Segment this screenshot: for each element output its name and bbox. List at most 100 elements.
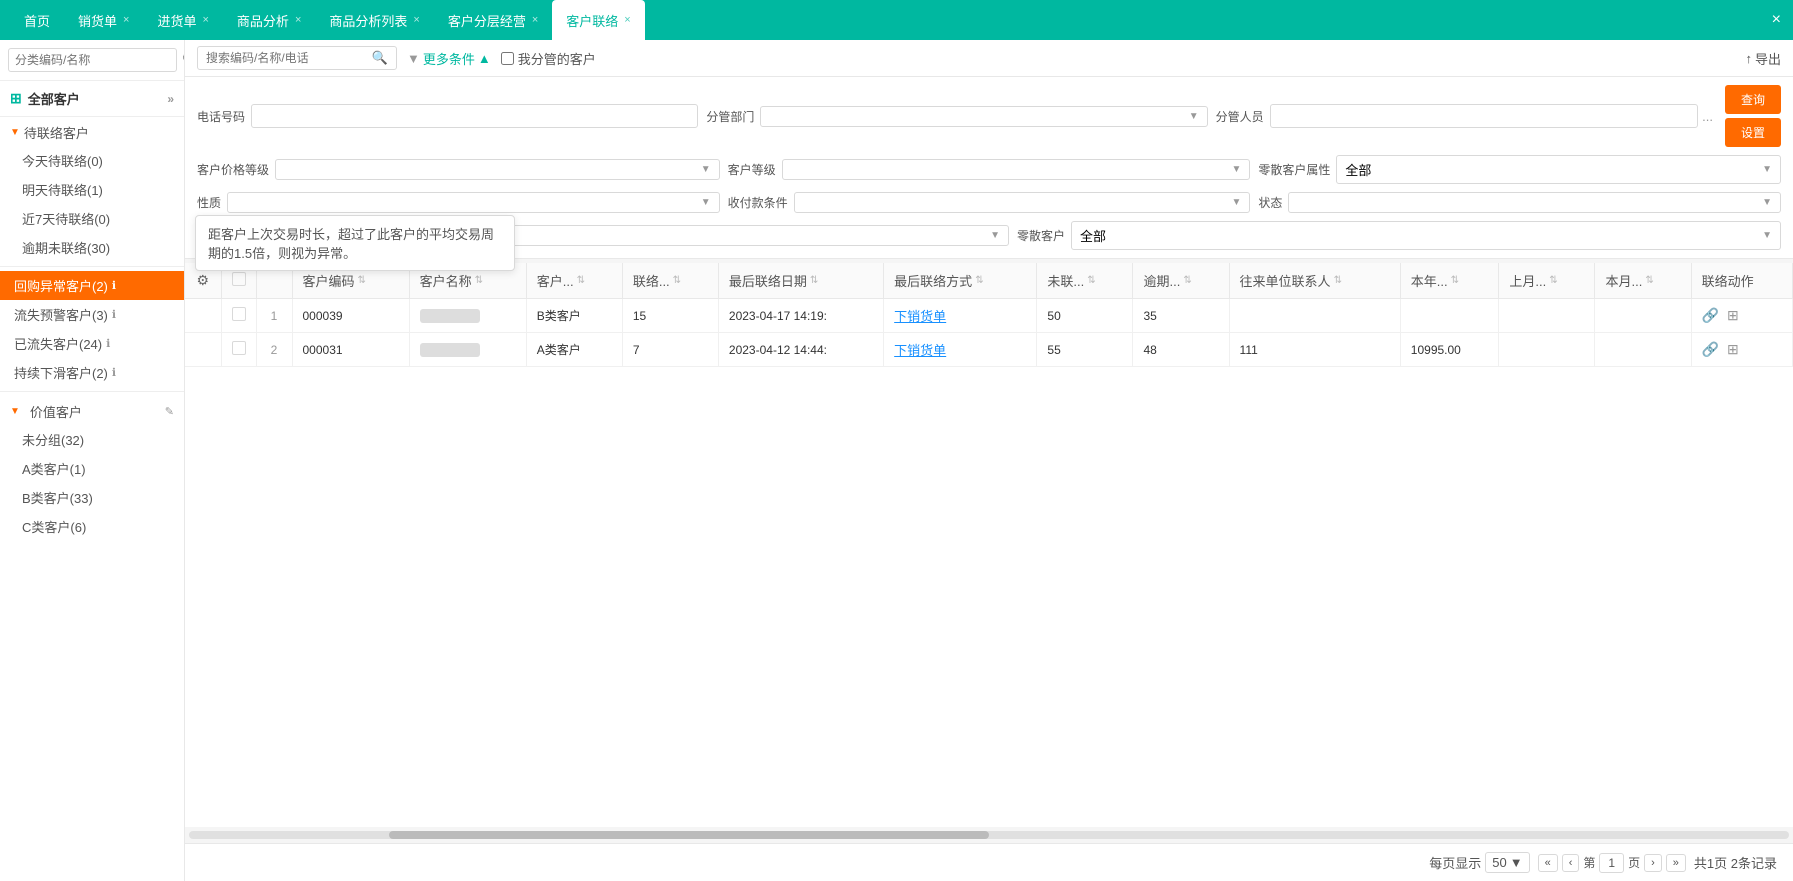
sort-icon[interactable]: ⇅ bbox=[1645, 275, 1653, 286]
last-page-button[interactable]: » bbox=[1666, 854, 1686, 872]
col-unread: 未联... ⇅ bbox=[1037, 263, 1133, 299]
current-page-input[interactable]: 1 bbox=[1599, 853, 1624, 873]
sort-icon[interactable]: ⇅ bbox=[975, 275, 983, 286]
nav-product-list[interactable]: 商品分析列表 × bbox=[315, 0, 433, 40]
blurred-name bbox=[420, 309, 480, 323]
nav-customer-tier[interactable]: 客户分层经营 × bbox=[434, 0, 552, 40]
retail-customer-select[interactable]: 全部 ▼ bbox=[1071, 221, 1781, 250]
sidebar-all-customers[interactable]: ⊞ 全部客户 » bbox=[0, 81, 184, 117]
sort-icon[interactable]: ⇅ bbox=[1451, 275, 1459, 286]
close-icon[interactable]: × bbox=[532, 14, 538, 26]
edit-icon[interactable]: ✎ bbox=[165, 405, 174, 418]
next-page-button[interactable]: › bbox=[1644, 854, 1662, 872]
sidebar-item-ungroup[interactable]: 未分组(32) bbox=[0, 425, 184, 454]
sort-icon[interactable]: ⇅ bbox=[1183, 275, 1191, 286]
sort-icon[interactable]: ⇅ bbox=[1087, 275, 1095, 286]
my-customer-checkbox[interactable] bbox=[501, 52, 514, 65]
dept-select[interactable]: ▼ bbox=[760, 106, 1207, 127]
row-unread: 50 bbox=[1037, 299, 1133, 333]
data-table: ⚙ 客户编码 ⇅ bbox=[185, 263, 1793, 367]
sidebar-item-c-class[interactable]: C类客户(6) bbox=[0, 512, 184, 541]
sidebar-item-tomorrow[interactable]: 明天待联络(1) bbox=[0, 175, 184, 204]
customer-level-select[interactable]: ▼ bbox=[782, 159, 1251, 180]
sort-icon[interactable]: ⇅ bbox=[1549, 275, 1557, 286]
filter-payment: 收付款条件 ▼ bbox=[728, 192, 1251, 213]
phone-input[interactable] bbox=[251, 104, 698, 128]
window-close-button[interactable]: × bbox=[1772, 11, 1781, 29]
sidebar-group-pending[interactable]: ▼ 待联络客户 bbox=[0, 117, 184, 146]
tooltip-box: 距客户上次交易时长，超过了此客户的平均交易周期的1.5倍，则视为异常。 bbox=[195, 215, 515, 271]
action-link-icon[interactable]: 🔗 bbox=[1702, 307, 1719, 324]
action-grid-icon[interactable]: ⊞ bbox=[1727, 341, 1739, 358]
nav-home[interactable]: 首页 bbox=[10, 0, 64, 40]
info-icon: ℹ bbox=[112, 308, 116, 321]
sort-icon[interactable]: ⇅ bbox=[810, 275, 818, 286]
sidebar-item-7days[interactable]: 近7天待联络(0) bbox=[0, 204, 184, 233]
pagination: 每页显示 50 ▼ « ‹ 第 1 页 › » 共1页 2条记录 bbox=[185, 843, 1793, 881]
payment-select[interactable]: ▼ bbox=[794, 192, 1251, 213]
sort-icon[interactable]: ⇅ bbox=[358, 275, 366, 286]
action-grid-icon[interactable]: ⊞ bbox=[1727, 307, 1739, 324]
last-method-link[interactable]: 下销货单 bbox=[894, 309, 946, 324]
page-size-select[interactable]: 50 ▼ bbox=[1485, 852, 1529, 873]
sidebar-item-declining[interactable]: 持续下滑客户(2) ℹ bbox=[0, 358, 184, 387]
status-select[interactable]: ▼ bbox=[1288, 192, 1781, 213]
customer-search-input[interactable] bbox=[206, 51, 372, 65]
close-icon[interactable]: × bbox=[202, 14, 208, 26]
row-last-method: 下销货单 bbox=[884, 299, 1037, 333]
sort-icon[interactable]: ⇅ bbox=[1334, 275, 1342, 286]
close-icon[interactable]: × bbox=[413, 14, 419, 26]
filter-retail-attr: 零散客户属性 全部 ▼ bbox=[1258, 155, 1781, 184]
settings-button[interactable]: 设置 bbox=[1725, 118, 1781, 147]
scroll-thumb[interactable] bbox=[389, 831, 989, 839]
row-this-year bbox=[1400, 299, 1499, 333]
last-method-link[interactable]: 下销货单 bbox=[894, 343, 946, 358]
manager-input[interactable] bbox=[1270, 104, 1698, 128]
sidebar-item-today[interactable]: 今天待联络(0) bbox=[0, 146, 184, 175]
row-checkbox[interactable] bbox=[232, 341, 246, 355]
sidebar-item-churn-warning[interactable]: 流失预警客户(3) ℹ bbox=[0, 300, 184, 329]
collapse-icon[interactable]: » bbox=[167, 92, 174, 106]
sidebar-search-input[interactable] bbox=[8, 48, 177, 72]
sidebar-item-b-class[interactable]: B类客户(33) bbox=[0, 483, 184, 512]
nav-customer-contact[interactable]: 客户联络 × bbox=[552, 0, 644, 40]
action-link-icon[interactable]: 🔗 bbox=[1702, 341, 1719, 358]
table-settings-button[interactable]: ⚙ bbox=[196, 272, 209, 289]
horizontal-scrollbar[interactable] bbox=[185, 827, 1793, 843]
dots-icon[interactable]: ... bbox=[1698, 109, 1717, 124]
more-filter-btn[interactable]: ▼ 更多条件 ▲ bbox=[407, 49, 491, 68]
close-icon[interactable]: × bbox=[123, 14, 129, 26]
price-level-select[interactable]: ▼ bbox=[275, 159, 720, 180]
export-button[interactable]: ↑ 导出 bbox=[1745, 49, 1781, 68]
chevron-down-icon: ▼ bbox=[1762, 164, 1772, 175]
row-checkbox[interactable] bbox=[232, 307, 246, 321]
query-button[interactable]: 查询 bbox=[1725, 85, 1781, 114]
prev-page-button[interactable]: ‹ bbox=[1562, 854, 1580, 872]
chevron-down-icon: ▼ bbox=[990, 230, 1000, 241]
close-icon[interactable]: × bbox=[624, 14, 630, 26]
sidebar-item-repurchase-anomaly[interactable]: 回购异常客户(2) ℹ bbox=[0, 271, 184, 300]
nature-select[interactable]: ▼ bbox=[227, 192, 720, 213]
sidebar-item-a-class[interactable]: A类客户(1) bbox=[0, 454, 184, 483]
filter-price-level: 客户价格等级 ▼ bbox=[197, 159, 720, 180]
search-icon[interactable]: 🔍 bbox=[372, 50, 388, 66]
sidebar-item-churned[interactable]: 已流失客户(24) ℹ bbox=[0, 329, 184, 358]
close-icon[interactable]: × bbox=[295, 14, 301, 26]
nav-product-analysis[interactable]: 商品分析 × bbox=[223, 0, 315, 40]
sidebar-item-overdue[interactable]: 逾期未联络(30) bbox=[0, 233, 184, 262]
table-row: 2 000031 A类客户 7 2023-04-12 14:44: 下销货单 5… bbox=[185, 333, 1793, 367]
col-type: 客户... ⇅ bbox=[526, 263, 622, 299]
nav-purchase[interactable]: 进货单 × bbox=[143, 0, 222, 40]
retail-attr-select[interactable]: 全部 ▼ bbox=[1336, 155, 1781, 184]
sort-icon[interactable]: ⇅ bbox=[673, 275, 681, 286]
first-page-button[interactable]: « bbox=[1538, 854, 1558, 872]
row-name bbox=[409, 333, 526, 367]
filter-manager: 分管人员 ... bbox=[1216, 104, 1717, 128]
chevron-down-icon: ▼ bbox=[701, 197, 711, 208]
nav-sales[interactable]: 销货单 × bbox=[64, 0, 143, 40]
sidebar-group-value[interactable]: ▼ 价值客户 ✎ bbox=[0, 396, 184, 425]
content-area: 🔍 ▼ 更多条件 ▲ 我分管的客户 ↑ 导出 电话号码 bbox=[185, 40, 1793, 881]
sort-icon[interactable]: ⇅ bbox=[577, 275, 585, 286]
select-all-checkbox[interactable] bbox=[232, 272, 246, 286]
sort-icon[interactable]: ⇅ bbox=[475, 275, 483, 286]
